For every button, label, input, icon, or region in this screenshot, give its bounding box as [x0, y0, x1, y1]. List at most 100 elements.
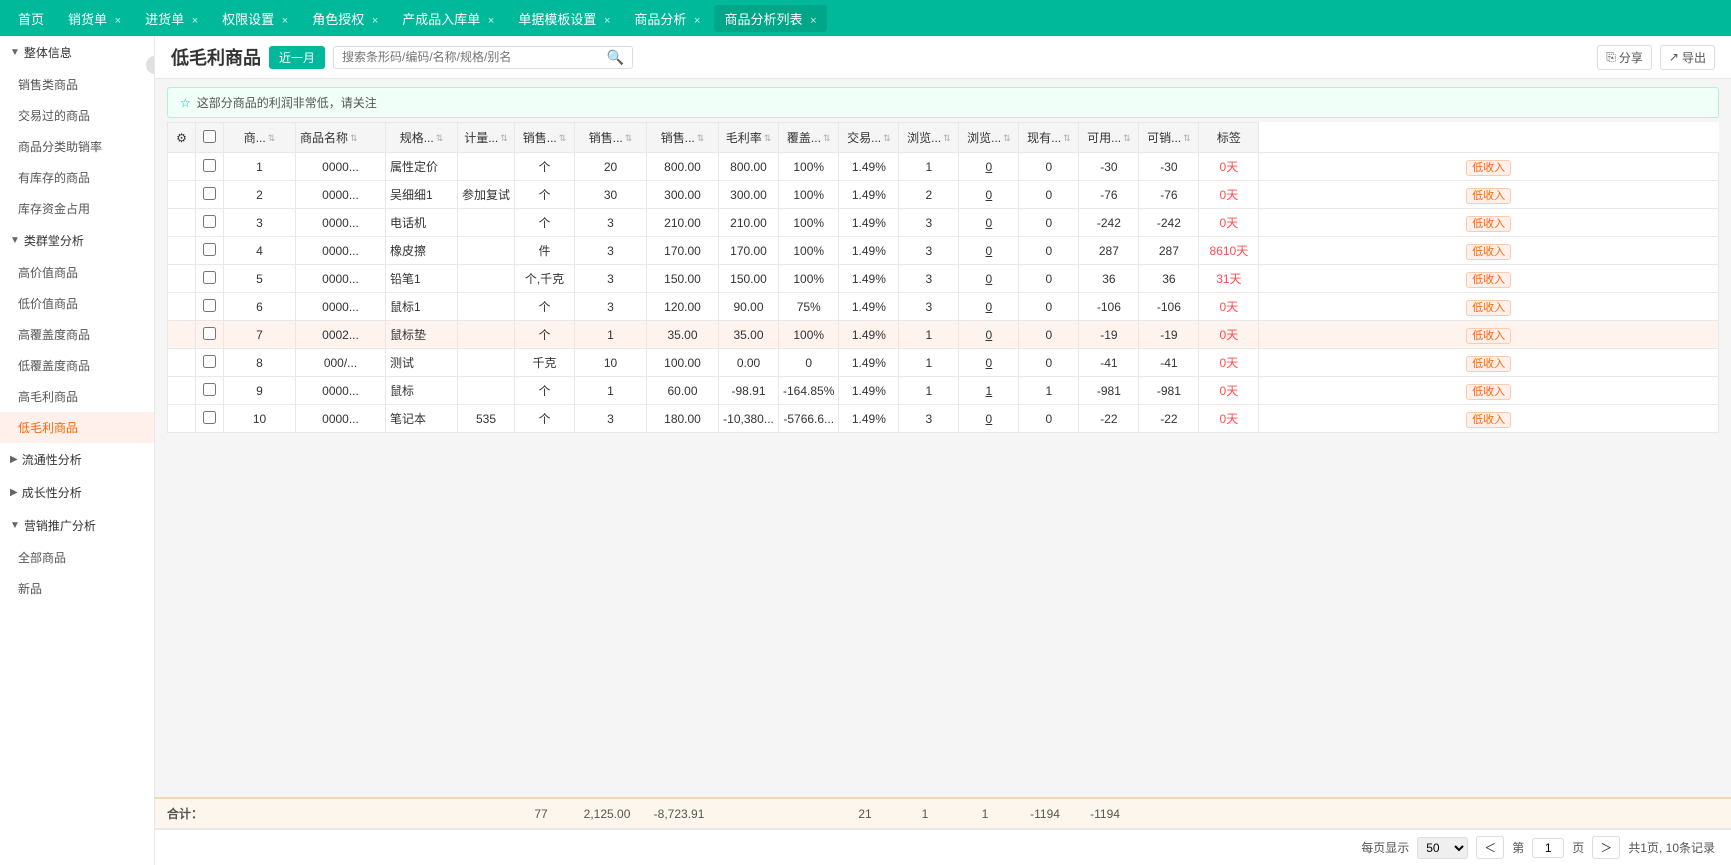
- sidebar-item-stocked-products[interactable]: 有库存的商品: [0, 162, 154, 193]
- table-wrapper[interactable]: ⚙ 商...⇅ 商品名称⇅ 规格...⇅ 计量...⇅ 销售...⇅ 销售...…: [155, 122, 1731, 797]
- row-checkbox[interactable]: [203, 383, 216, 396]
- cell-check[interactable]: [196, 377, 224, 405]
- cell-check[interactable]: [196, 237, 224, 265]
- cell-no: 8: [224, 349, 296, 377]
- nav-product-analysis-list[interactable]: 商品分析列表 ×: [714, 5, 826, 32]
- nav-permission[interactable]: 权限设置 ×: [212, 5, 298, 32]
- close-icon[interactable]: ×: [488, 15, 494, 27]
- col-check[interactable]: [196, 123, 224, 153]
- sidebar-item-high-coverage[interactable]: 高覆盖度商品: [0, 319, 154, 350]
- col-unit-header[interactable]: 计量...⇅: [458, 123, 515, 153]
- search-icon[interactable]: 🔍: [607, 49, 624, 66]
- next-page-button[interactable]: ＞: [1592, 836, 1620, 859]
- close-icon[interactable]: ×: [810, 15, 816, 27]
- col-browse2-header[interactable]: 浏览...⇅: [959, 123, 1019, 153]
- sidebar-group-cluster[interactable]: ▼ 类群堂分析: [0, 224, 154, 257]
- col-sales-qty-header[interactable]: 销售...⇅: [515, 123, 575, 153]
- close-icon[interactable]: ×: [372, 15, 378, 27]
- col-browse1-header[interactable]: 浏览...⇅: [899, 123, 959, 153]
- cell-browse1[interactable]: 0: [959, 405, 1019, 433]
- row-checkbox[interactable]: [203, 187, 216, 200]
- sidebar-group-marketing[interactable]: ▼ 营销推广分析: [0, 509, 154, 542]
- cell-browse1[interactable]: 0: [959, 265, 1019, 293]
- close-icon[interactable]: ×: [192, 15, 198, 27]
- sidebar-item-high-margin[interactable]: 高毛利商品: [0, 381, 154, 412]
- col-trade-header[interactable]: 交易...⇅: [839, 123, 899, 153]
- cell-browse1[interactable]: 0: [959, 293, 1019, 321]
- cell-check[interactable]: [196, 293, 224, 321]
- nav-template-settings[interactable]: 单据模板设置 ×: [508, 5, 620, 32]
- sidebar-group-circulation[interactable]: ▶ 流通性分析: [0, 443, 154, 476]
- col-spec-header[interactable]: 规格...⇅: [386, 123, 458, 153]
- cell-browse1[interactable]: 0: [959, 181, 1019, 209]
- nav-purchase-order[interactable]: 进货单 ×: [135, 5, 208, 32]
- cell-check[interactable]: [196, 349, 224, 377]
- sidebar-item-traded-products[interactable]: 交易过的商品: [0, 100, 154, 131]
- export-button[interactable]: ↗ 导出: [1660, 45, 1715, 70]
- nav-product-analysis[interactable]: 商品分析 ×: [624, 5, 710, 32]
- nav-role-auth[interactable]: 角色授权 ×: [302, 5, 388, 32]
- cell-check[interactable]: [196, 153, 224, 181]
- sidebar-item-stock-capital[interactable]: 库存资金占用: [0, 193, 154, 224]
- close-icon[interactable]: ×: [282, 15, 288, 27]
- col-sellable-header[interactable]: 可销...⇅: [1139, 123, 1199, 153]
- sidebar-item-new-products[interactable]: 新品: [0, 573, 154, 604]
- total-trade: 21: [835, 807, 895, 821]
- cell-browse1[interactable]: 0: [959, 153, 1019, 181]
- sidebar-item-sales-products[interactable]: 销售类商品: [0, 69, 154, 100]
- sidebar-group-growth[interactable]: ▶ 成长性分析: [0, 476, 154, 509]
- nav-home[interactable]: 首页: [8, 5, 54, 32]
- cell-sales-qty: 20: [575, 153, 647, 181]
- nav-sales-order[interactable]: 销货单 ×: [58, 5, 131, 32]
- cell-check[interactable]: [196, 321, 224, 349]
- nav-product-inbound[interactable]: 产成品入库单 ×: [392, 5, 504, 32]
- prev-page-button[interactable]: ＜: [1476, 836, 1504, 859]
- col-margin-header[interactable]: 毛利率⇅: [719, 123, 779, 153]
- cell-spec: [458, 293, 515, 321]
- sidebar-item-low-coverage[interactable]: 低覆盖度商品: [0, 350, 154, 381]
- col-sales-price-header[interactable]: 销售...⇅: [575, 123, 647, 153]
- cell-avail: -41: [1139, 349, 1199, 377]
- cell-browse1[interactable]: 0: [959, 209, 1019, 237]
- cell-browse1[interactable]: 0: [959, 237, 1019, 265]
- col-gross-header[interactable]: 覆盖...⇅: [779, 123, 839, 153]
- page-input[interactable]: [1532, 838, 1564, 858]
- search-input[interactable]: [342, 50, 607, 64]
- sidebar-item-low-value[interactable]: 低价值商品: [0, 288, 154, 319]
- row-checkbox[interactable]: [203, 299, 216, 312]
- cell-check[interactable]: [196, 209, 224, 237]
- sidebar-item-high-value[interactable]: 高价值商品: [0, 257, 154, 288]
- row-checkbox[interactable]: [203, 243, 216, 256]
- row-checkbox[interactable]: [203, 271, 216, 284]
- cell-check[interactable]: [196, 181, 224, 209]
- row-checkbox[interactable]: [203, 355, 216, 368]
- row-checkbox[interactable]: [203, 215, 216, 228]
- cell-trade: 1: [899, 349, 959, 377]
- col-avail-header[interactable]: 可用...⇅: [1079, 123, 1139, 153]
- col-name-header[interactable]: 商品名称⇅: [296, 123, 386, 153]
- close-icon[interactable]: ×: [604, 15, 610, 27]
- row-checkbox[interactable]: [203, 327, 216, 340]
- col-tag-header[interactable]: 标签: [1199, 123, 1259, 153]
- date-filter-button[interactable]: 近一月: [269, 46, 325, 69]
- col-code-header[interactable]: 商...⇅: [224, 123, 296, 153]
- sidebar-group-overall[interactable]: ▼ 整体信息: [0, 36, 154, 69]
- cell-browse1[interactable]: 1: [959, 377, 1019, 405]
- per-page-select[interactable]: 50 100 200: [1417, 837, 1468, 859]
- select-all-checkbox[interactable]: [203, 130, 216, 143]
- cell-check[interactable]: [196, 265, 224, 293]
- sidebar-item-low-margin[interactable]: 低毛利商品: [0, 412, 154, 443]
- sidebar-item-category-rate[interactable]: 商品分类助销率: [0, 131, 154, 162]
- row-checkbox[interactable]: [203, 159, 216, 172]
- share-button[interactable]: ⎘ 分享: [1597, 45, 1652, 70]
- col-sales-amt-header[interactable]: 销售...⇅: [647, 123, 719, 153]
- col-settings[interactable]: ⚙: [168, 123, 196, 153]
- cell-browse1[interactable]: 0: [959, 349, 1019, 377]
- close-icon[interactable]: ×: [115, 15, 121, 27]
- sidebar-item-all-products[interactable]: 全部商品: [0, 542, 154, 573]
- col-stock-header[interactable]: 现有...⇅: [1019, 123, 1079, 153]
- cell-check[interactable]: [196, 405, 224, 433]
- cell-browse1[interactable]: 0: [959, 321, 1019, 349]
- close-icon[interactable]: ×: [694, 15, 700, 27]
- row-checkbox[interactable]: [203, 411, 216, 424]
